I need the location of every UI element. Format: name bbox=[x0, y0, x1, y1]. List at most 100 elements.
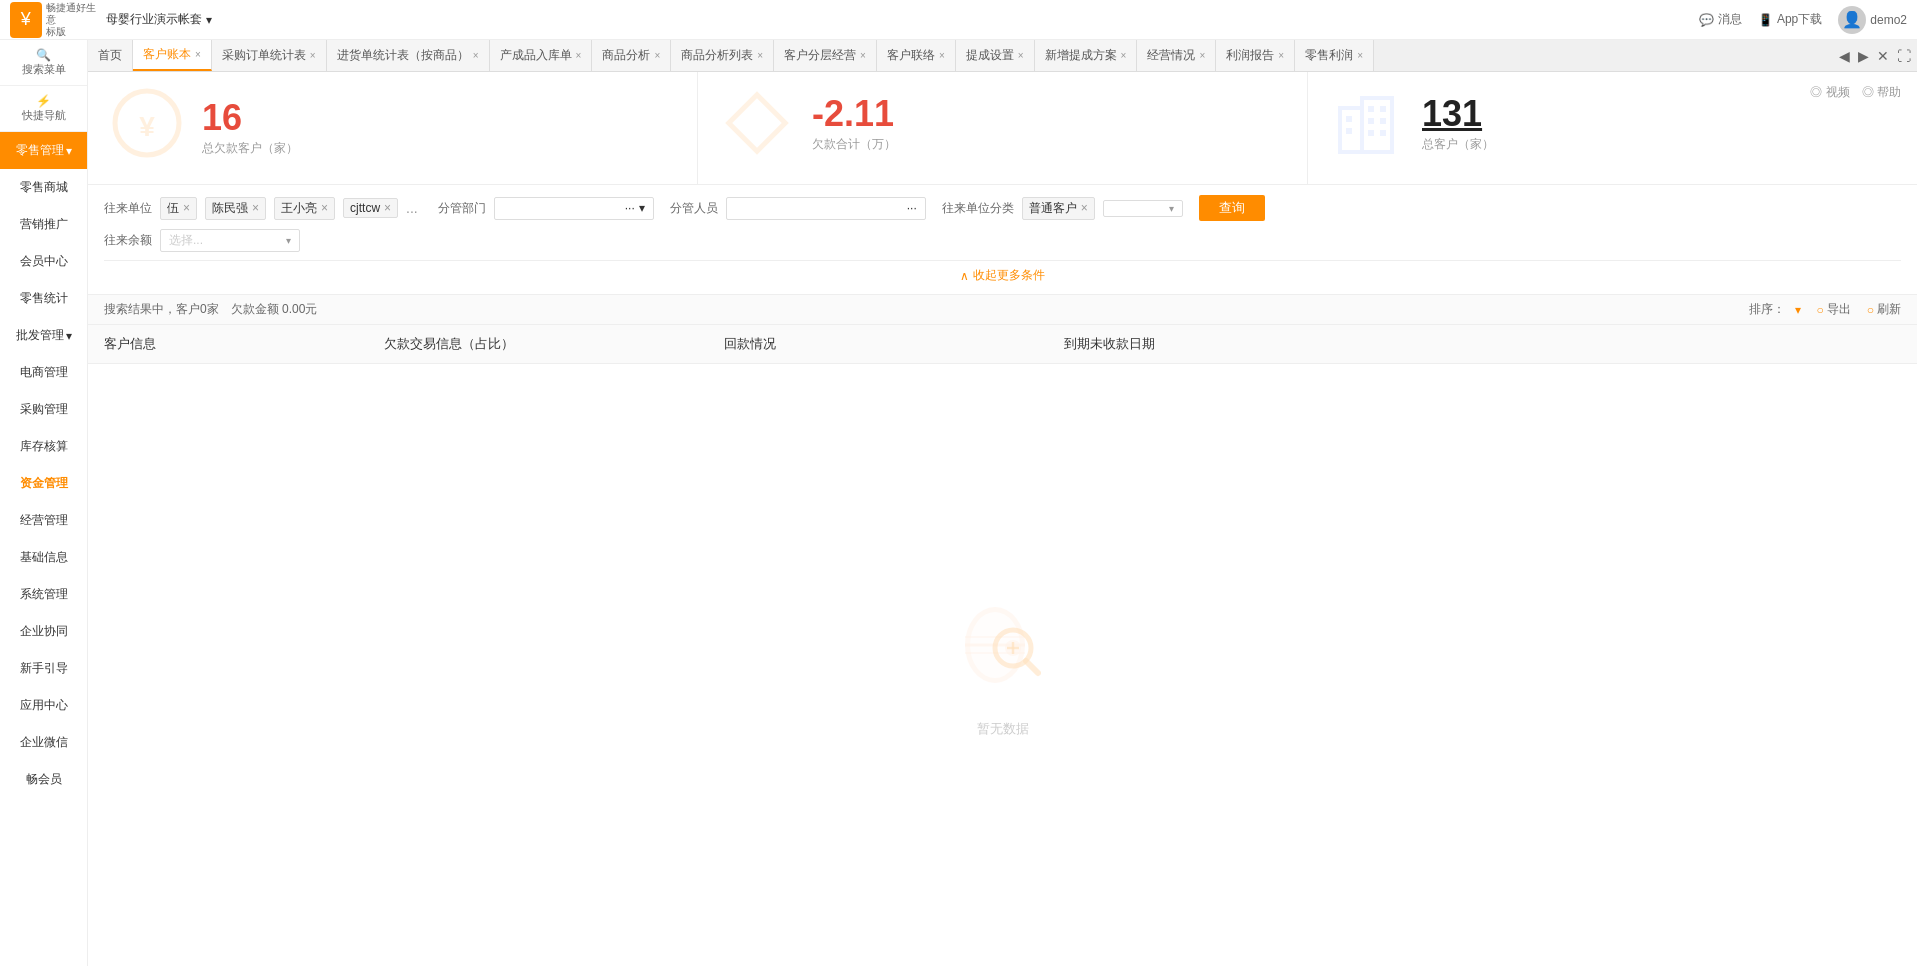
svg-rect-10 bbox=[1380, 118, 1386, 124]
sidebar-search-label: 搜索菜单 bbox=[0, 62, 87, 77]
empty-state: 暂无数据 bbox=[953, 593, 1053, 738]
refresh-btn[interactable]: ○ 刷新 bbox=[1867, 301, 1901, 318]
manager-select-value bbox=[735, 200, 747, 217]
sidebar-item-wholesale-mgmt[interactable]: 批发管理 ▾ bbox=[0, 317, 87, 354]
sidebar-item-marketing[interactable]: 营销推广 bbox=[0, 206, 87, 243]
tab-purchase-order-stats-close[interactable]: × bbox=[310, 50, 316, 61]
sidebar-item-ops-mgmt[interactable]: 经营管理 bbox=[0, 502, 87, 539]
tab-customer-account-close[interactable]: × bbox=[195, 49, 201, 60]
department-select[interactable]: ··· ▾ bbox=[494, 197, 654, 220]
message-icon: 💬 bbox=[1699, 13, 1714, 27]
filter-tag-blank-close[interactable]: × bbox=[183, 201, 190, 215]
tab-customer-tier[interactable]: 客户分层经营 × bbox=[774, 40, 877, 71]
sidebar-item-enterprise-agreement[interactable]: 企业协同 bbox=[0, 613, 87, 650]
tab-operations[interactable]: 经营情况 × bbox=[1137, 40, 1216, 71]
help-link[interactable]: ◎ 帮助 bbox=[1862, 84, 1901, 101]
tab-purchase-order-stats[interactable]: 采购订单统计表 × bbox=[212, 40, 327, 71]
tab-product-warehousing[interactable]: 产成品入库单 × bbox=[490, 40, 593, 71]
tab-raise-settings-close[interactable]: × bbox=[1018, 50, 1024, 61]
tab-home[interactable]: 首页 bbox=[88, 40, 133, 71]
unit-category-select[interactable]: ▾ bbox=[1103, 200, 1183, 217]
tab-new-raise-plan[interactable]: 新增提成方案 × bbox=[1035, 40, 1138, 71]
tab-product-analysis-close[interactable]: × bbox=[654, 50, 660, 61]
stat-total-debt-customers-label: 总欠款客户（家） bbox=[202, 140, 298, 157]
tab-inventory-stats[interactable]: 进货单统计表（按商品） × bbox=[327, 40, 490, 71]
tab-customer-tier-close[interactable]: × bbox=[860, 50, 866, 61]
tab-next-btn[interactable]: ▶ bbox=[1856, 46, 1871, 66]
sidebar-item-new-user-guide[interactable]: 新手引导 bbox=[0, 650, 87, 687]
filter-tag-more[interactable]: ... bbox=[406, 200, 418, 216]
tab-inventory-stats-close[interactable]: × bbox=[473, 50, 479, 61]
sidebar-item-retail-mall[interactable]: 零售商城 bbox=[0, 169, 87, 206]
tab-profit-report[interactable]: 利润报告 × bbox=[1216, 40, 1295, 71]
super-member-label: 畅会员 bbox=[26, 772, 62, 786]
sidebar-item-inventory-check[interactable]: 库存核算 bbox=[0, 428, 87, 465]
filter-tag-regular-customer-close[interactable]: × bbox=[1081, 201, 1088, 215]
sidebar-item-purchase-mgmt[interactable]: 采购管理 bbox=[0, 391, 87, 428]
video-link[interactable]: ◎ 视频 bbox=[1810, 84, 1849, 101]
chevron-down-icon: ▾ bbox=[66, 144, 72, 158]
finance-mgmt-label: 资金管理 bbox=[20, 476, 68, 490]
sidebar-item-super-member[interactable]: 畅会员 bbox=[0, 761, 87, 798]
empty-state-label: 暂无数据 bbox=[977, 720, 1029, 738]
tab-operations-close[interactable]: × bbox=[1199, 50, 1205, 61]
svg-line-19 bbox=[1026, 661, 1038, 673]
tab-customer-contact[interactable]: 客户联络 × bbox=[877, 40, 956, 71]
sidebar-search[interactable]: 🔍 搜索菜单 bbox=[0, 40, 87, 86]
filter-tag-chen-minqiang-close[interactable]: × bbox=[252, 201, 259, 215]
app-download-btn[interactable]: 📱 App下载 bbox=[1758, 11, 1822, 28]
tab-profit-report-close[interactable]: × bbox=[1278, 50, 1284, 61]
content-area: ¥ 16 总欠款客户（家） bbox=[88, 72, 1917, 966]
sort-btn[interactable]: ▾ bbox=[1793, 303, 1801, 317]
sidebar-item-finance-mgmt[interactable]: 资金管理 bbox=[0, 465, 87, 502]
tab-customer-contact-close[interactable]: × bbox=[939, 50, 945, 61]
filter-tag-cjttcw-close[interactable]: × bbox=[384, 201, 391, 215]
stat-total-customers-value[interactable]: 131 bbox=[1422, 96, 1494, 132]
sidebar-item-enterprise-wechat[interactable]: 企业微信 bbox=[0, 724, 87, 761]
col-debt-info: 欠款交易信息（占比） bbox=[384, 335, 724, 353]
tab-close-all-btn[interactable]: ✕ bbox=[1875, 46, 1891, 66]
user-avatar-btn[interactable]: 👤 demo2 bbox=[1838, 6, 1907, 34]
tab-product-analysis-list[interactable]: 商品分析列表 × bbox=[671, 40, 774, 71]
sidebar-item-system-mgmt[interactable]: 系统管理 bbox=[0, 576, 87, 613]
logo-icon: ¥ bbox=[10, 2, 42, 38]
sidebar-quick-nav[interactable]: ⚡ 快捷导航 bbox=[0, 86, 87, 132]
tab-retail-profit[interactable]: 零售利润 × bbox=[1295, 40, 1374, 71]
filter-area: 往来单位 伍 × 陈民强 × 王小亮 × bbox=[88, 185, 1917, 295]
tab-fullscreen-btn[interactable]: ⛶ bbox=[1895, 46, 1913, 66]
enterprise-agreement-label: 企业协同 bbox=[20, 624, 68, 638]
app-download-label: App下载 bbox=[1777, 11, 1822, 28]
collapse-btn[interactable]: ∧ 收起更多条件 bbox=[104, 267, 1901, 284]
sidebar-item-retail-mgmt[interactable]: 零售管理 ▾ bbox=[0, 132, 87, 169]
member-center-label: 会员中心 bbox=[20, 254, 68, 268]
tab-prev-btn[interactable]: ◀ bbox=[1837, 46, 1852, 66]
ops-mgmt-label: 经营管理 bbox=[20, 513, 68, 527]
tab-customer-account[interactable]: 客户账本 × bbox=[133, 40, 212, 71]
filter-tag-cjttcw-label: cjttcw bbox=[350, 201, 380, 215]
message-btn[interactable]: 💬 消息 bbox=[1699, 11, 1742, 28]
tab-product-analysis[interactable]: 商品分析 × bbox=[592, 40, 671, 71]
sidebar-item-member-center[interactable]: 会员中心 bbox=[0, 243, 87, 280]
manager-select[interactable]: ··· bbox=[726, 197, 926, 220]
remainder-filter-label: 往来余额 bbox=[104, 232, 152, 249]
tab-new-raise-plan-label: 新增提成方案 bbox=[1045, 47, 1117, 64]
tab-customer-contact-label: 客户联络 bbox=[887, 47, 935, 64]
manager-dots-icon[interactable]: ··· bbox=[907, 201, 917, 215]
sidebar-item-retail-stats[interactable]: 零售统计 bbox=[0, 280, 87, 317]
workspace-chevron-icon: ▾ bbox=[206, 13, 212, 27]
filter-dots-icon[interactable]: ··· bbox=[625, 201, 635, 215]
export-btn[interactable]: ○ 导出 bbox=[1817, 301, 1851, 318]
stat-bg-icon-building bbox=[1332, 88, 1402, 161]
tab-new-raise-plan-close[interactable]: × bbox=[1121, 50, 1127, 61]
query-button[interactable]: 查询 bbox=[1199, 195, 1265, 221]
tab-product-analysis-list-close[interactable]: × bbox=[757, 50, 763, 61]
sidebar-item-ecommerce-mgmt[interactable]: 电商管理 bbox=[0, 354, 87, 391]
remainder-select[interactable]: 选择... ▾ bbox=[160, 229, 300, 252]
workspace-selector[interactable]: 母婴行业演示帐套 ▾ bbox=[106, 11, 216, 28]
sidebar-item-app-center[interactable]: 应用中心 bbox=[0, 687, 87, 724]
sidebar-item-basic-info[interactable]: 基础信息 bbox=[0, 539, 87, 576]
tab-raise-settings[interactable]: 提成设置 × bbox=[956, 40, 1035, 71]
tab-retail-profit-close[interactable]: × bbox=[1357, 50, 1363, 61]
tab-product-warehousing-close[interactable]: × bbox=[576, 50, 582, 61]
filter-tag-wang-xiaoliang-close[interactable]: × bbox=[321, 201, 328, 215]
